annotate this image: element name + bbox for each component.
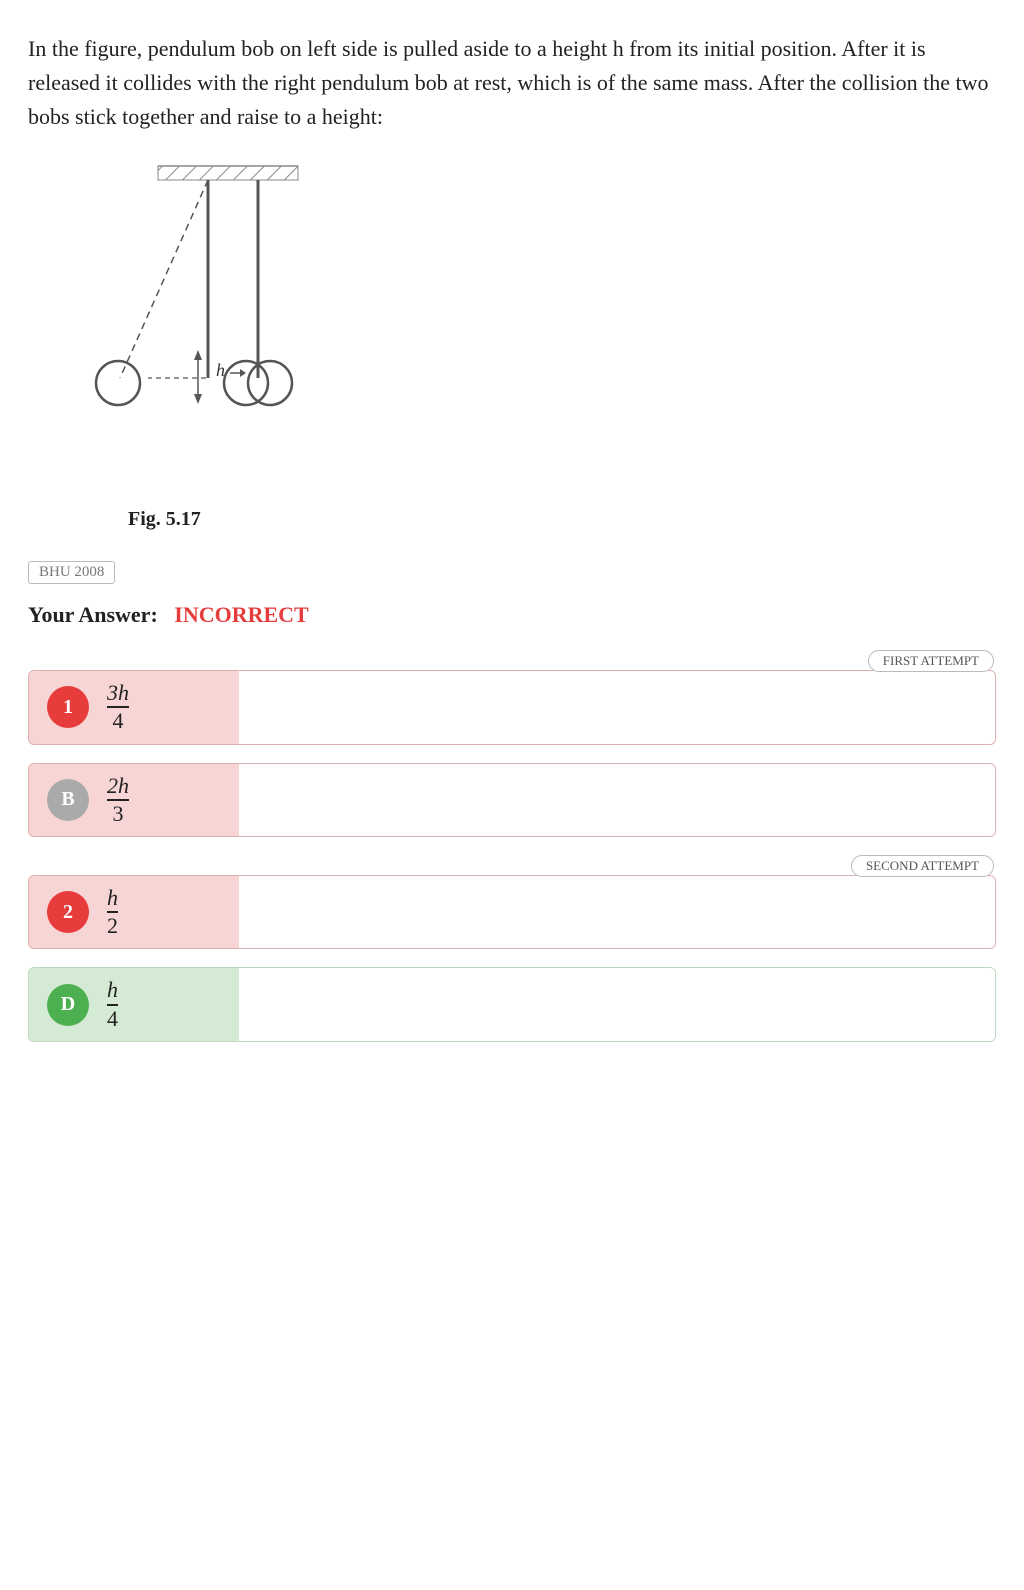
option-row-a[interactable]: 1 3h 4 bbox=[28, 670, 996, 744]
option-row-b[interactable]: B 2h 3 bbox=[28, 763, 996, 837]
option-right-d bbox=[239, 968, 995, 1040]
first-attempt-label: FIRST ATTEMPT bbox=[868, 650, 994, 672]
answer-label: Your Answer: bbox=[28, 602, 158, 627]
option-left-c: 2 h 2 bbox=[29, 876, 239, 948]
option-right-b bbox=[239, 764, 995, 836]
option-wrapper-a: FIRST ATTEMPT 1 3h 4 bbox=[28, 650, 996, 744]
option-badge-b: B bbox=[47, 779, 89, 821]
options-section: FIRST ATTEMPT 1 3h 4 B 2h bbox=[28, 650, 996, 1042]
option-wrapper-b: B 2h 3 bbox=[28, 763, 996, 837]
option-right-a bbox=[239, 671, 995, 743]
option-left-d: D h 4 bbox=[29, 968, 239, 1040]
option-right-c bbox=[239, 876, 995, 948]
option-badge-a: 1 bbox=[47, 686, 89, 728]
question-text: In the figure, pendulum bob on left side… bbox=[28, 32, 996, 134]
option-math-a: 3h 4 bbox=[107, 681, 129, 733]
figure-container: h Fig. 5.17 bbox=[68, 158, 996, 531]
second-attempt-label: SECOND ATTEMPT bbox=[851, 855, 994, 877]
option-badge-c: 2 bbox=[47, 891, 89, 933]
source-tag: BHU 2008 bbox=[28, 561, 115, 584]
your-answer-line: Your Answer: INCORRECT bbox=[28, 602, 996, 628]
option-wrapper-c: SECOND ATTEMPT 2 h 2 bbox=[28, 855, 996, 949]
answer-status: INCORRECT bbox=[174, 602, 308, 627]
option-math-b: 2h 3 bbox=[107, 774, 129, 826]
option-row-c[interactable]: 2 h 2 bbox=[28, 875, 996, 949]
svg-text:h: h bbox=[216, 360, 225, 380]
first-attempt-label-row: FIRST ATTEMPT bbox=[28, 650, 994, 672]
option-badge-d: D bbox=[47, 984, 89, 1026]
option-wrapper-d: D h 4 bbox=[28, 967, 996, 1041]
option-math-c: h 2 bbox=[107, 886, 118, 938]
option-row-d[interactable]: D h 4 bbox=[28, 967, 996, 1041]
option-math-d: h 4 bbox=[107, 978, 118, 1030]
figure-caption: Fig. 5.17 bbox=[128, 508, 201, 531]
option-left-a: 1 3h 4 bbox=[29, 671, 239, 743]
option-left-b: B 2h 3 bbox=[29, 764, 239, 836]
second-attempt-label-row: SECOND ATTEMPT bbox=[28, 855, 994, 877]
pendulum-figure: h bbox=[68, 158, 368, 498]
